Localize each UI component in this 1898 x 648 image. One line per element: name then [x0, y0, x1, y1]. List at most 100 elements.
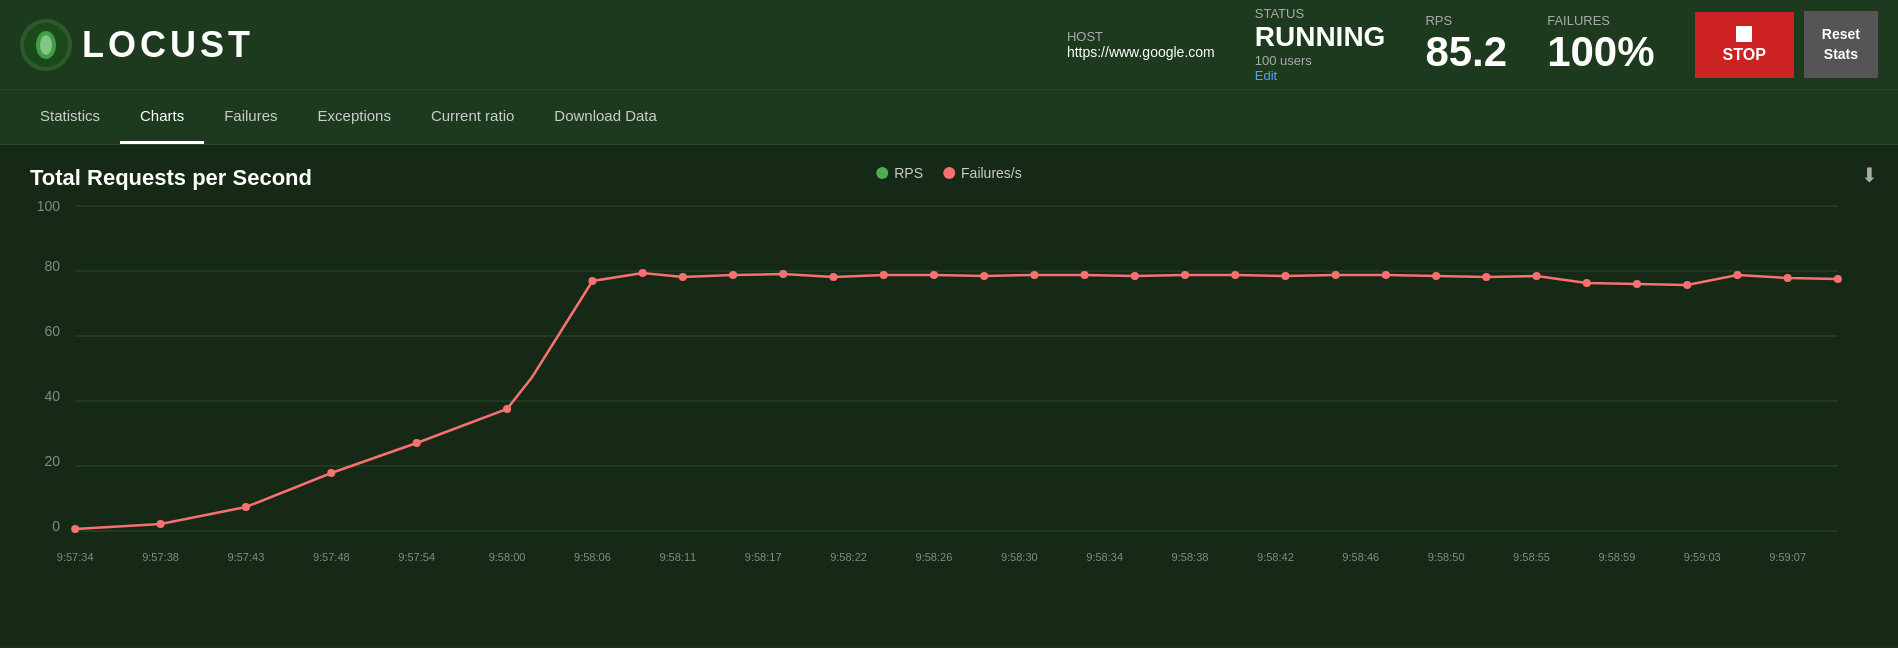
svg-point-38 [1382, 271, 1390, 279]
host-url: https://www.google.com [1067, 44, 1215, 60]
svg-point-25 [729, 271, 737, 279]
failures-dot [943, 167, 955, 179]
host-label: HOST [1067, 29, 1215, 44]
status-value: RUNNING [1255, 21, 1386, 53]
tab-charts[interactable]: Charts [120, 89, 204, 144]
logo-text: LOCUST [82, 24, 254, 66]
chart-container: Total Requests per Second RPS Failures/s… [0, 145, 1898, 645]
svg-point-23 [639, 269, 647, 277]
svg-point-33 [1131, 272, 1139, 280]
stop-icon [1736, 26, 1752, 42]
svg-text:9:57:38: 9:57:38 [142, 551, 179, 563]
failures-value: 100% [1547, 28, 1654, 76]
status-section: STATUS RUNNING 100 users Edit [1255, 6, 1386, 83]
svg-text:100: 100 [37, 201, 61, 214]
status-label: STATUS [1255, 6, 1386, 21]
svg-point-17 [157, 520, 165, 528]
svg-point-45 [1733, 271, 1741, 279]
chart-legend: RPS Failures/s [876, 165, 1021, 181]
svg-text:9:58:59: 9:58:59 [1598, 551, 1635, 563]
tab-statistics[interactable]: Statistics [20, 89, 120, 144]
status-edit[interactable]: Edit [1255, 68, 1386, 83]
tab-current-ratio[interactable]: Current ratio [411, 89, 534, 144]
status-users: 100 users [1255, 53, 1386, 68]
svg-point-22 [588, 277, 596, 285]
svg-text:9:58:00: 9:58:00 [489, 551, 526, 563]
svg-text:20: 20 [45, 453, 61, 469]
svg-point-20 [413, 439, 421, 447]
svg-text:9:58:34: 9:58:34 [1086, 551, 1123, 563]
logo-area: LOCUST [20, 19, 254, 71]
rps-label: RPS [1425, 13, 1507, 28]
svg-point-3 [40, 35, 52, 55]
svg-point-41 [1533, 272, 1541, 280]
svg-point-40 [1482, 273, 1490, 281]
tab-failures[interactable]: Failures [204, 89, 297, 144]
tab-download-data[interactable]: Download Data [534, 89, 677, 144]
svg-point-24 [679, 273, 687, 281]
svg-text:9:58:11: 9:58:11 [659, 551, 696, 563]
svg-text:9:58:26: 9:58:26 [916, 551, 953, 563]
svg-point-46 [1784, 274, 1792, 282]
host-section: HOST https://www.google.com [1067, 29, 1215, 60]
svg-text:9:58:06: 9:58:06 [574, 551, 611, 563]
header: LOCUST HOST https://www.google.com STATU… [0, 0, 1898, 90]
svg-point-19 [327, 469, 335, 477]
svg-point-36 [1281, 272, 1289, 280]
download-icon[interactable]: ⬇ [1861, 163, 1878, 187]
svg-point-29 [930, 271, 938, 279]
svg-point-43 [1633, 280, 1641, 288]
legend-failures-label: Failures/s [961, 165, 1022, 181]
svg-point-21 [503, 405, 511, 413]
svg-point-44 [1683, 281, 1691, 289]
failures-label: FAILURES [1547, 13, 1654, 28]
rps-section: RPS 85.2 [1425, 13, 1507, 76]
svg-text:9:57:48: 9:57:48 [313, 551, 350, 563]
stop-button[interactable]: STOP [1695, 12, 1794, 78]
svg-text:9:57:34: 9:57:34 [57, 551, 94, 563]
rps-value: 85.2 [1425, 28, 1507, 76]
svg-point-35 [1231, 271, 1239, 279]
legend-rps-label: RPS [894, 165, 923, 181]
tab-exceptions[interactable]: Exceptions [298, 89, 411, 144]
svg-point-30 [980, 272, 988, 280]
svg-text:0: 0 [52, 518, 60, 534]
svg-text:60: 60 [45, 323, 61, 339]
svg-text:40: 40 [45, 388, 61, 404]
svg-point-26 [779, 270, 787, 278]
svg-text:9:58:46: 9:58:46 [1342, 551, 1379, 563]
svg-text:9:58:17: 9:58:17 [745, 551, 782, 563]
svg-point-27 [829, 273, 837, 281]
chart-svg: 0 20 40 60 80 100 [30, 201, 1868, 601]
svg-text:80: 80 [45, 258, 61, 274]
svg-point-34 [1181, 271, 1189, 279]
chart-title: Total Requests per Second [30, 165, 312, 190]
svg-point-37 [1332, 271, 1340, 279]
stop-label: STOP [1723, 46, 1766, 64]
svg-point-28 [880, 271, 888, 279]
locust-logo-icon [20, 19, 72, 71]
legend-rps: RPS [876, 165, 923, 181]
svg-text:9:57:54: 9:57:54 [398, 551, 435, 563]
svg-text:9:58:50: 9:58:50 [1428, 551, 1465, 563]
svg-text:9:59:03: 9:59:03 [1684, 551, 1721, 563]
svg-text:9:58:38: 9:58:38 [1172, 551, 1209, 563]
svg-text:9:57:43: 9:57:43 [228, 551, 265, 563]
nav-tabs: Statistics Charts Failures Exceptions Cu… [0, 90, 1898, 145]
svg-point-31 [1030, 271, 1038, 279]
svg-point-32 [1081, 271, 1089, 279]
failures-section: FAILURES 100% [1547, 13, 1654, 76]
svg-point-18 [242, 503, 250, 511]
svg-point-42 [1583, 279, 1591, 287]
svg-text:9:58:42: 9:58:42 [1257, 551, 1294, 563]
rps-dot [876, 167, 888, 179]
svg-point-47 [1834, 275, 1842, 283]
svg-text:9:58:22: 9:58:22 [830, 551, 867, 563]
svg-text:9:59:07: 9:59:07 [1769, 551, 1806, 563]
reset-stats-button[interactable]: ResetStats [1804, 11, 1878, 78]
svg-point-16 [71, 525, 79, 533]
svg-text:9:58:30: 9:58:30 [1001, 551, 1038, 563]
svg-text:9:58:55: 9:58:55 [1513, 551, 1550, 563]
svg-point-39 [1432, 272, 1440, 280]
legend-failures: Failures/s [943, 165, 1022, 181]
